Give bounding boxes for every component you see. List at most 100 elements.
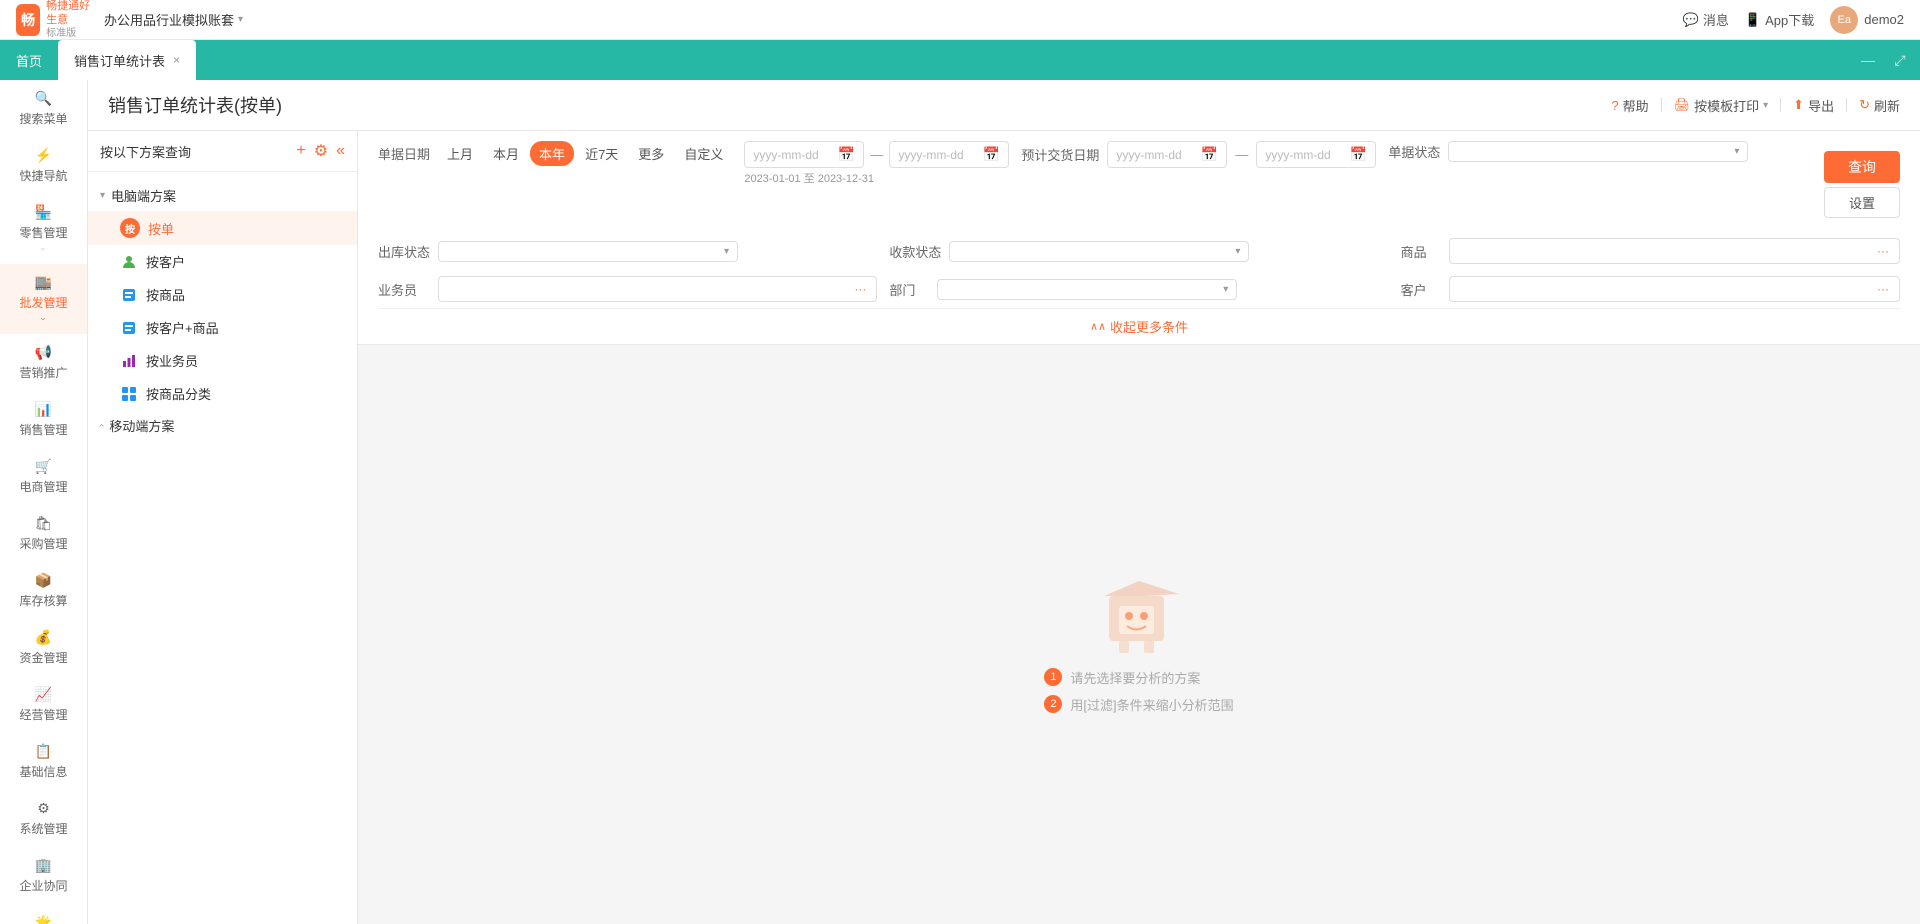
print-icon: 🖨 [1674, 97, 1691, 113]
expected-date-from-input[interactable]: yyyy-mm-dd 📅 [1107, 141, 1227, 168]
sidebar-item-marketing[interactable]: 📢 营销推广 [0, 334, 87, 391]
help-button[interactable]: ? 帮助 [1611, 96, 1648, 115]
collapse-icon: ∧∧ [1090, 320, 1106, 333]
search-icon: 🔍 [35, 90, 52, 107]
date-input-row: yyyy-mm-dd 📅 — yyyy-mm-dd 📅 [744, 141, 1009, 168]
tab-close-icon[interactable]: × [173, 53, 180, 67]
quicknav-icon: ⚡ [35, 147, 52, 164]
doc-status-select[interactable]: ▾ [1448, 141, 1748, 162]
logo-icon: 畅 [16, 4, 40, 36]
sidebar-item-sales[interactable]: 📊 销售管理 [0, 391, 87, 448]
filter-payment: 收款状态 ▾ [889, 238, 1388, 264]
date-to-input[interactable]: yyyy-mm-dd 📅 [889, 141, 1009, 168]
sidebar-item-system[interactable]: ⚙ 系统管理 [0, 790, 87, 847]
scheme-item-by-salesperson[interactable]: 按业务员 [88, 344, 357, 377]
customer-input[interactable]: ··· [1449, 276, 1900, 302]
settings-button[interactable]: 设置 [1824, 187, 1900, 218]
right-content: 单据日期 上月 本月 本年 近7天 更多 自定义 [358, 131, 1920, 924]
department-label: 部门 [889, 280, 929, 299]
sidebar-item-wholesale[interactable]: 🏬 批发管理 › [0, 264, 87, 334]
basic-icon: 📋 [35, 743, 52, 760]
help-icon: ? [1611, 98, 1618, 113]
app-download-button[interactable]: 📱 App下载 [1745, 10, 1814, 29]
date-last-7days[interactable]: 近7天 [576, 141, 627, 166]
group-arrow-icon: ▾ [100, 190, 105, 201]
date-range-text: 2023-01-01 至 2023-12-31 [744, 170, 1009, 186]
date-this-year[interactable]: 本年 [530, 141, 574, 166]
page-title-row: 销售订单统计表(按单) ? 帮助 🖨 按模板打印 ▾ ⬆ [108, 92, 1900, 118]
sidebar-search[interactable]: 🔍 搜索菜单 [0, 80, 87, 137]
product-label: 商品 [1401, 242, 1441, 261]
product-input[interactable]: ··· [1449, 238, 1900, 264]
empty-tips: 1 请先选择要分析的方案 2 用[过滤]条件来缩小分析范围 [1044, 668, 1233, 714]
sidebar-item-ecommerce[interactable]: 🛒 电商管理 [0, 448, 87, 505]
sidebar-item-operation[interactable]: 📈 经营管理 [0, 676, 87, 733]
expected-date-to-input[interactable]: yyyy-mm-dd 📅 [1256, 141, 1376, 168]
scheme-item-by-order[interactable]: 按 按单 [88, 211, 357, 245]
filter-expected-date: 预计交货日期 yyyy-mm-dd 📅 — yyyy-mm-dd 📅 [1021, 141, 1376, 168]
date-last-month[interactable]: 上月 [438, 141, 482, 166]
top-bar-right: 💬 消息 📱 App下载 Ea demo2 [1683, 6, 1904, 34]
sidebar: 🔍 搜索菜单 ⚡ 快捷导航 🏪 零售管理 › 🏬 批发管理 › 📢 营销推广 📊… [0, 80, 88, 924]
sidebar-item-retail[interactable]: 🏪 零售管理 › [0, 194, 87, 264]
scheme-group-mobile: › 移动端方案 [88, 410, 357, 441]
expected-from-cal-icon: 📅 [1201, 146, 1218, 163]
logo-text: 畅捷通好生意 标准版 [46, 0, 96, 40]
template-print-button[interactable]: 🖨 按模板打印 ▾ [1674, 96, 1769, 115]
product-more-icon[interactable]: ··· [1877, 244, 1889, 258]
scheme-item-by-product[interactable]: 按商品 [88, 278, 357, 311]
scheme-group-mobile-header[interactable]: › 移动端方案 [88, 410, 357, 441]
content-area: 销售订单统计表(按单) ? 帮助 🖨 按模板打印 ▾ ⬆ [88, 80, 1920, 924]
sidebar-item-purchase[interactable]: 🛍 采购管理 [0, 505, 87, 562]
sidebar-quicknav[interactable]: ⚡ 快捷导航 [0, 137, 87, 194]
tab-home[interactable]: 首页 [0, 40, 58, 80]
filter-salesperson: 业务员 ··· [378, 276, 877, 302]
doc-status-arrow-icon: ▾ [1734, 146, 1739, 157]
salesperson-more-icon[interactable]: ··· [854, 282, 866, 296]
collapse-panel-button[interactable]: « [336, 142, 345, 160]
sidebar-item-newbie[interactable]: 🌟 新手引导 [0, 904, 87, 924]
workspace-select[interactable]: 办公用品行业模拟账套 ▾ [104, 10, 243, 29]
retail-icon: 🏪 [35, 204, 52, 221]
scheme-icon-by-cust-prod [120, 319, 138, 337]
filter-row-1: 单据日期 上月 本月 本年 近7天 更多 自定义 [378, 131, 1900, 232]
tab-minimize-button[interactable]: — [1856, 48, 1880, 72]
user-area[interactable]: Ea demo2 [1830, 6, 1904, 34]
payment-select[interactable]: ▾ [949, 241, 1249, 262]
scheme-group-pc-header[interactable]: ▾ 电脑端方案 [88, 180, 357, 211]
download-icon: 📱 [1745, 12, 1761, 28]
date-custom[interactable]: 自定义 [675, 141, 732, 166]
scheme-item-by-customer[interactable]: 按客户 [88, 245, 357, 278]
date-more[interactable]: 更多 [629, 141, 673, 166]
scheme-icon-by-customer [120, 253, 138, 271]
query-button[interactable]: 查询 [1824, 151, 1900, 183]
collapse-button[interactable]: ∧∧ 收起更多条件 [1090, 317, 1188, 336]
scheme-item-by-category[interactable]: 按商品分类 [88, 377, 357, 410]
collapse-bar[interactable]: ∧∧ 收起更多条件 [378, 308, 1900, 344]
filter-row-2: 出库状态 ▾ 收款状态 ▾ [378, 232, 1900, 270]
payment-arrow-icon: ▾ [1235, 246, 1240, 257]
expected-date-sep: — [1235, 147, 1248, 162]
department-select[interactable]: ▾ [937, 279, 1237, 300]
tip1-num: 1 [1044, 668, 1062, 686]
tab-sales-order[interactable]: 销售订单统计表 × [58, 40, 196, 80]
scheme-item-by-cust-prod[interactable]: 按客户+商品 [88, 311, 357, 344]
date-from-cal-icon: 📅 [838, 146, 855, 163]
add-scheme-button[interactable]: + [296, 142, 305, 160]
enterprise-icon: 🏢 [35, 857, 52, 874]
sidebar-item-enterprise[interactable]: 🏢 企业协同 [0, 847, 87, 904]
sidebar-item-inventory[interactable]: 📦 库存核算 [0, 562, 87, 619]
sidebar-item-basic[interactable]: 📋 基础信息 [0, 733, 87, 790]
tab-maximize-button[interactable]: ⤢ [1888, 48, 1912, 72]
refresh-button[interactable]: ↻ 刷新 [1859, 96, 1900, 115]
salesperson-input[interactable]: ··· [438, 276, 877, 302]
settings-scheme-button[interactable]: ⚙ [314, 141, 328, 161]
message-button[interactable]: 💬 消息 [1683, 10, 1729, 29]
export-button[interactable]: ⬆ 导出 [1793, 96, 1834, 115]
shipment-select[interactable]: ▾ [438, 241, 738, 262]
customer-more-icon[interactable]: ··· [1877, 282, 1889, 296]
sidebar-item-finance[interactable]: 💰 资金管理 [0, 619, 87, 676]
top-bar-left: 畅 畅捷通好生意 标准版 办公用品行业模拟账套 ▾ [16, 0, 243, 40]
date-from-input[interactable]: yyyy-mm-dd 📅 [744, 141, 864, 168]
date-this-month[interactable]: 本月 [484, 141, 528, 166]
